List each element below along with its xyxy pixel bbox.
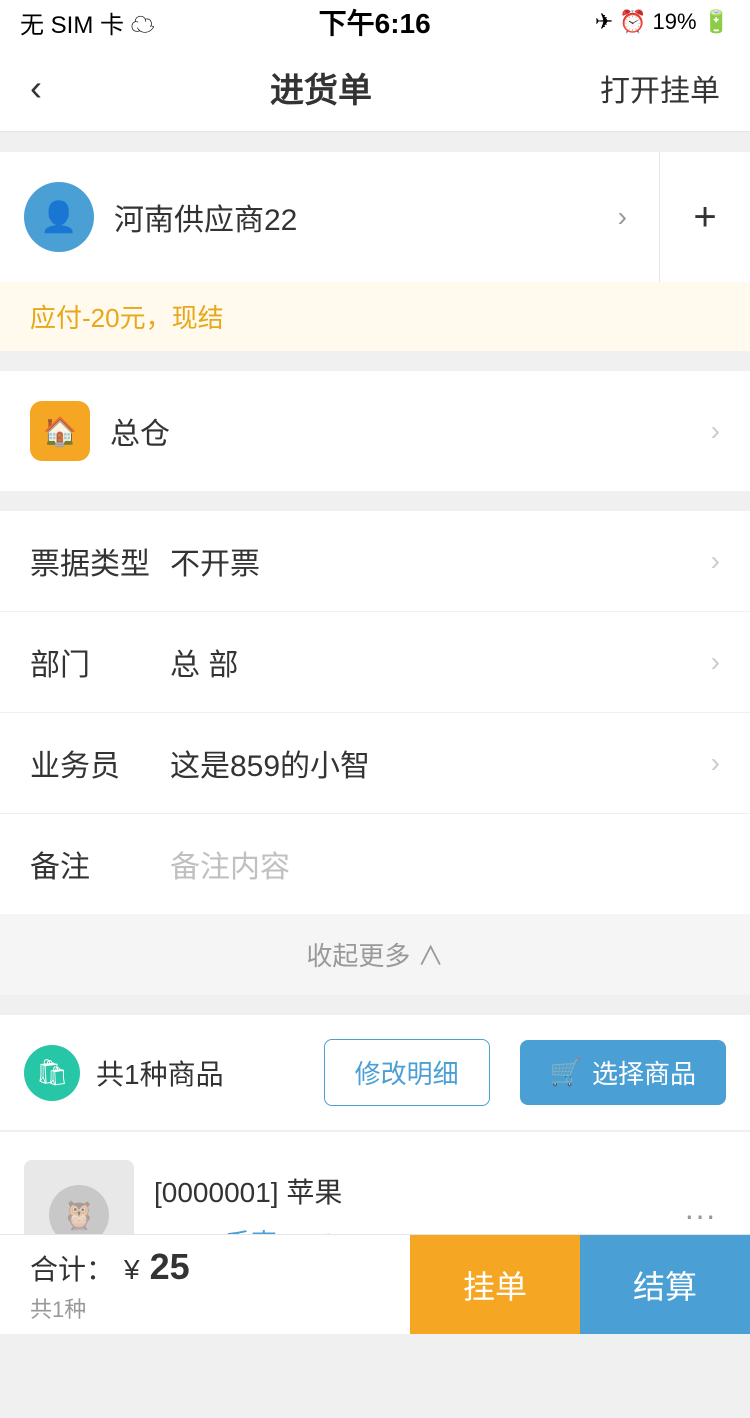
person-icon: 👤	[40, 200, 77, 235]
bottom-bar: 合计： ¥ 25 共1种 挂单 结算	[0, 1234, 750, 1334]
invoice-chevron-icon: ›	[711, 545, 720, 577]
total-amount: 25	[150, 1246, 190, 1288]
select-product-icon: 🛒	[550, 1057, 582, 1088]
invoice-type-row[interactable]: 票据类型 不开票 ›	[0, 511, 750, 612]
currency-symbol: ¥	[124, 1254, 140, 1286]
select-product-button[interactable]: 🛒 选择商品	[520, 1040, 726, 1105]
sim-status: 无 SIM 卡 ☁	[20, 5, 155, 40]
gap-1	[0, 132, 750, 152]
supplier-selector[interactable]: 👤 河南供应商22 ›	[0, 152, 659, 282]
supplier-name: 河南供应商22	[114, 195, 598, 239]
notice-bar: 应付-20元，现结	[0, 282, 750, 351]
salesperson-value: 这是859的小智	[150, 741, 711, 785]
alarm-icon: ⏰	[619, 9, 646, 35]
supplier-avatar: 👤	[24, 182, 94, 252]
product-name: [0000001] 苹果	[154, 1171, 654, 1211]
location-icon: ✈	[595, 9, 613, 35]
remark-row[interactable]: 备注 备注内容	[0, 814, 750, 914]
product-count-label: 共1种商品	[96, 1053, 308, 1093]
status-bar: 无 SIM 卡 ☁ 下午6:16 ✈ ⏰ 19% 🔋	[0, 0, 750, 44]
supplier-chevron-icon: ›	[618, 201, 627, 233]
product-code: [0000001]	[154, 1177, 279, 1208]
back-button[interactable]: ‹	[30, 67, 42, 109]
status-bar-left: 无 SIM 卡 ☁	[20, 5, 155, 40]
department-value: 总 部	[150, 640, 711, 684]
warehouse-chevron-icon: ›	[711, 415, 720, 447]
product-header: 🛍 共1种商品 修改明细 🛒 选择商品	[0, 1015, 750, 1130]
battery-icon: 🔋	[703, 9, 730, 35]
battery-level: 19%	[653, 9, 697, 35]
department-row[interactable]: 部门 总 部 ›	[0, 612, 750, 713]
warehouse-name: 总仓	[110, 409, 691, 453]
status-bar-time: 下午6:16	[319, 2, 431, 42]
gap-3	[0, 491, 750, 511]
remark-label: 备注	[30, 842, 150, 886]
salesperson-row[interactable]: 业务员 这是859的小智 ›	[0, 713, 750, 814]
total-sub-label: 共1种	[30, 1292, 380, 1324]
invoice-type-value: 不开票	[150, 539, 711, 583]
department-chevron-icon: ›	[711, 646, 720, 678]
gap-4	[0, 995, 750, 1015]
salesperson-chevron-icon: ›	[711, 747, 720, 779]
supplier-section: 👤 河南供应商22 › +	[0, 152, 750, 282]
salesperson-label: 业务员	[30, 741, 150, 785]
open-pending-button[interactable]: 打开挂单	[600, 66, 720, 110]
pending-button[interactable]: 挂单	[410, 1235, 580, 1334]
cart-glyph: 🛍	[35, 1057, 68, 1088]
status-bar-right: ✈ ⏰ 19% 🔋	[595, 9, 730, 35]
home-icon: 🏠	[43, 415, 78, 448]
select-product-label: 选择商品	[592, 1054, 696, 1091]
edit-detail-button[interactable]: 修改明细	[324, 1039, 490, 1106]
checkout-button[interactable]: 结算	[580, 1235, 750, 1334]
product-title: 苹果	[286, 1177, 342, 1208]
nav-bar: ‹ 进货单 打开挂单	[0, 44, 750, 132]
collapse-toggle[interactable]: 收起更多 ∧	[0, 914, 750, 995]
warehouse-selector[interactable]: 🏠 总仓 ›	[0, 371, 750, 491]
warehouse-icon: 🏠	[30, 401, 90, 461]
gap-2	[0, 351, 750, 371]
invoice-type-label: 票据类型	[30, 539, 150, 583]
total-row: 合计： ¥ 25	[30, 1246, 380, 1288]
cart-icon: 🛍	[24, 1045, 80, 1101]
add-supplier-button[interactable]: +	[660, 152, 750, 282]
page-title: 进货单	[270, 63, 372, 112]
remark-value: 备注内容	[150, 842, 720, 886]
department-label: 部门	[30, 640, 150, 684]
total-section: 合计： ¥ 25 共1种	[0, 1235, 410, 1334]
form-section: 票据类型 不开票 › 部门 总 部 › 业务员 这是859的小智 › 备注 备注…	[0, 511, 750, 914]
total-label: 合计：	[30, 1248, 114, 1288]
